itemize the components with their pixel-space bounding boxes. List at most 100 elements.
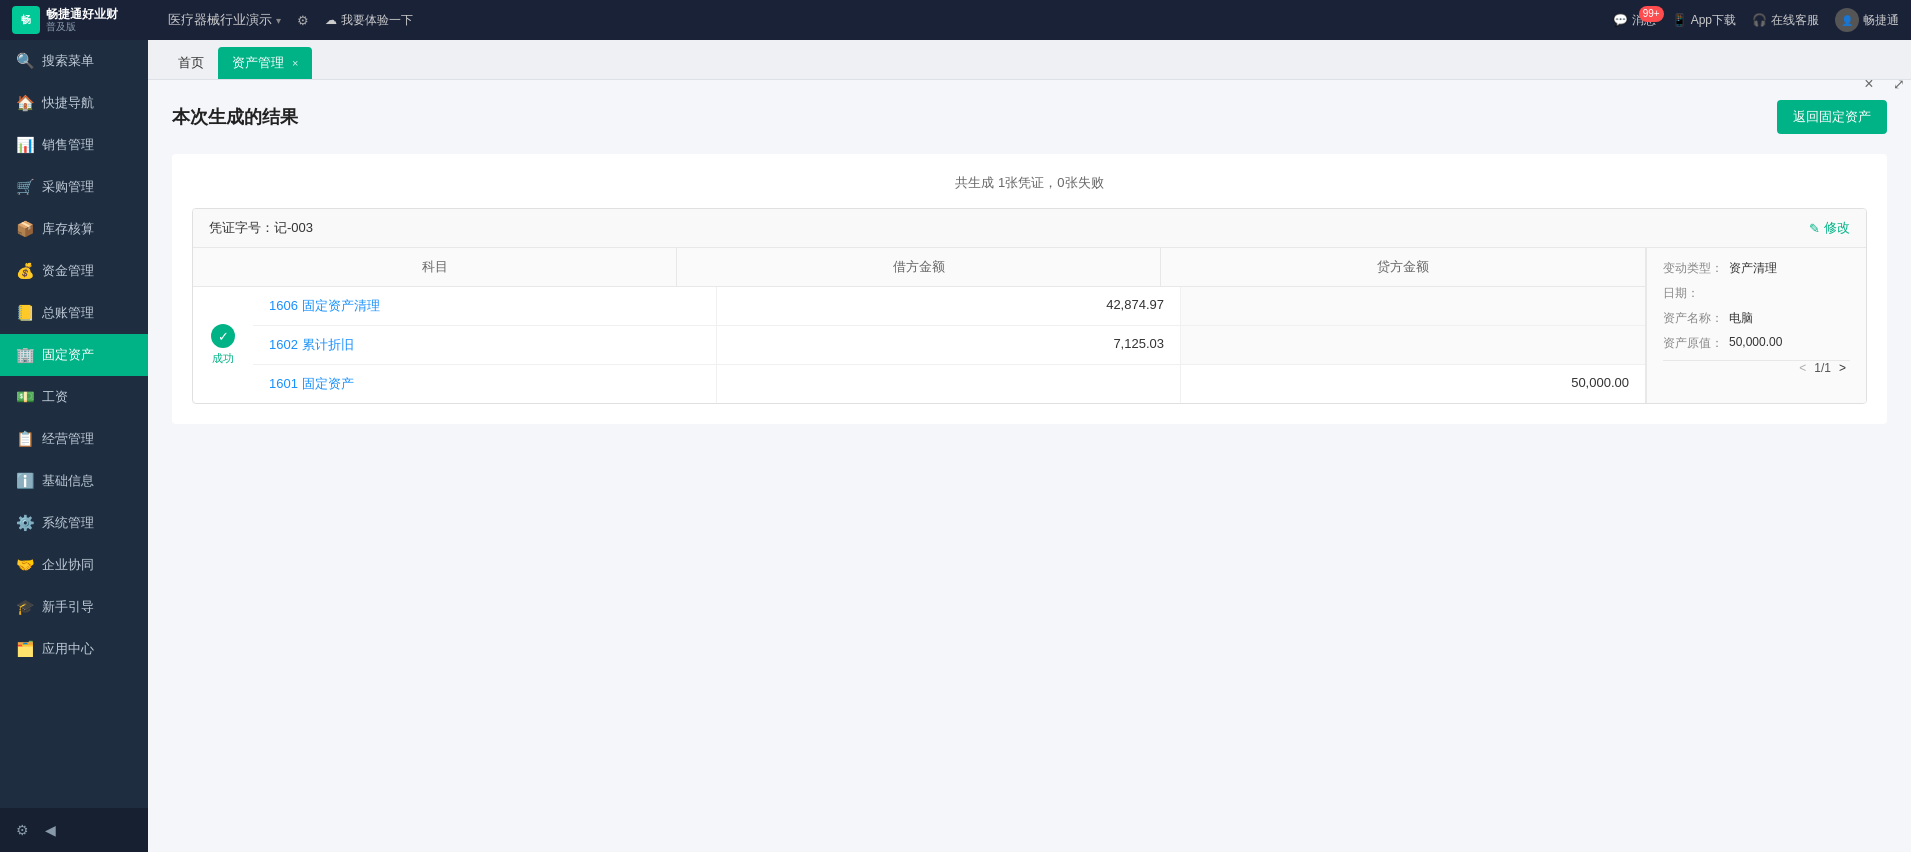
page-title: 本次生成的结果 xyxy=(172,105,298,129)
settings-icon-btn[interactable]: ⚙ xyxy=(289,6,317,34)
info-change-type: 变动类型： 资产清理 xyxy=(1663,260,1850,277)
sidebar-item-purchase[interactable]: 🛒采购管理 xyxy=(0,166,148,208)
th-subject: 科目 xyxy=(193,248,677,286)
sidebar-label-system: 系统管理 xyxy=(42,514,94,532)
summary-row: 共生成 1张凭证，0张失败 xyxy=(192,174,1867,192)
sidebar-item-guide[interactable]: 🎓 新手引导 xyxy=(0,586,148,628)
info-original-value: 资产原值： 50,000.00 xyxy=(1663,335,1850,352)
result-card: 共生成 1张凭证，0张失败 凭证字号：记-003 ✎ 修改 xyxy=(172,154,1887,424)
sidebar-label-inventory: 库存核算 xyxy=(42,220,94,238)
close-window-icon[interactable]: × xyxy=(1857,80,1881,96)
customer-service-item[interactable]: 🎧 在线客服 xyxy=(1752,12,1819,29)
table-row: 1601 固定资产 50,000.00 xyxy=(253,365,1645,403)
cloud-icon: ☁ xyxy=(325,13,337,27)
sidebar-item-fixed-assets[interactable]: 🏢固定资产 xyxy=(0,334,148,376)
guide-icon: 🎓 xyxy=(16,598,34,616)
user-item[interactable]: 👤 畅捷通 xyxy=(1835,8,1899,32)
salary-icon: 💵 xyxy=(16,388,34,406)
content-area: 首页 资产管理 × × ⤢ 本次生成的结果 返回固定资产 共生成 1张凭证，0张失败 xyxy=(148,40,1911,852)
voucher-header: 凭证字号：记-003 ✎ 修改 xyxy=(193,209,1866,248)
sidebar-item-basic-info[interactable]: ℹ️基础信息 xyxy=(0,460,148,502)
change-type-value: 资产清理 xyxy=(1729,260,1777,277)
table-row-data: ✓ 成功 1606 固定资产清理 42,874.97 1602 累计折旧 7,1… xyxy=(193,287,1645,403)
edit-icon: ✎ xyxy=(1809,221,1820,236)
app-center-icon: 🗂️ xyxy=(16,640,34,658)
sidebar-item-salary[interactable]: 💵工资 xyxy=(0,376,148,418)
sidebar: 🔍搜索菜单 🏠 快捷导航 📊销售管理🛒采购管理 📦 库存核算 💰资金管理📒总账管理🏢固定资产… xyxy=(0,40,148,852)
logo-text-area: 畅捷通好业财 普及版 xyxy=(46,7,118,33)
system-icon: ⚙️ xyxy=(16,514,34,532)
quick-nav-icon: 🏠 xyxy=(16,94,34,112)
prev-page[interactable]: < xyxy=(1799,361,1806,375)
edit-button[interactable]: ✎ 修改 xyxy=(1809,219,1850,237)
sidebar-bottom: ⚙ ◀ xyxy=(0,808,148,852)
sidebar-item-app-center[interactable]: 🗂️ 应用中心 xyxy=(0,628,148,670)
sidebar-item-inventory[interactable]: 📦 库存核算 xyxy=(0,208,148,250)
message-item[interactable]: 💬 消息 99+ xyxy=(1613,12,1656,29)
collapse-icon[interactable]: ◀ xyxy=(45,822,56,838)
success-label: 成功 xyxy=(212,351,234,366)
tab-label-home: 首页 xyxy=(178,54,204,72)
sidebar-item-system[interactable]: ⚙️ 系统管理 xyxy=(0,502,148,544)
tab-close-asset-management[interactable]: × xyxy=(292,57,298,69)
avatar-icon: 👤 xyxy=(1841,15,1853,26)
sidebar-item-enterprise[interactable]: 🤝企业协同 xyxy=(0,544,148,586)
header-middle: 医疗器械行业演示 ▾ ⚙ ☁ 我要体验一下 xyxy=(160,6,1613,34)
sidebar-item-management[interactable]: 📋经营管理 xyxy=(0,418,148,460)
header-right: 💬 消息 99+ 📱 App下载 🎧 在线客服 👤 畅捷通 xyxy=(1613,8,1899,32)
avatar: 👤 xyxy=(1835,8,1859,32)
change-type-label: 变动类型： xyxy=(1663,260,1723,277)
th-debit: 借方金额 xyxy=(677,248,1161,286)
message-icon: 💬 xyxy=(1613,13,1628,27)
search-icon: 🔍 xyxy=(16,52,34,70)
sidebar-label-enterprise: 企业协同 xyxy=(42,556,94,574)
sidebar-item-search[interactable]: 🔍搜索菜单 xyxy=(0,40,148,82)
info-panel: 变动类型： 资产清理 日期： 资产名称： 电脑 xyxy=(1646,248,1866,403)
fixed-assets-icon: 🏢 xyxy=(16,346,34,364)
td-subject-1: 1602 累计折旧 xyxy=(253,326,717,364)
user-name: 畅捷通 xyxy=(1863,12,1899,29)
td-credit-2: 50,000.00 xyxy=(1181,365,1645,403)
logo-area: 畅 畅捷通好业财 普及版 xyxy=(12,6,160,34)
table-row: 1606 固定资产清理 42,874.97 xyxy=(253,287,1645,326)
sidebar-scroll[interactable]: 🔍搜索菜单 🏠 快捷导航 📊销售管理🛒采购管理 📦 库存核算 💰资金管理📒总账管理🏢固定资产… xyxy=(0,40,148,808)
return-button[interactable]: 返回固定资产 xyxy=(1777,100,1887,134)
inventory-icon: 📦 xyxy=(16,220,34,238)
td-debit-1: 7,125.03 xyxy=(717,326,1181,364)
td-debit-0: 42,874.97 xyxy=(717,287,1181,325)
voucher-body: 科目 借方金额 贷方金额 ✓ 成功 xyxy=(193,248,1866,403)
summary-text: 共生成 1张凭证，0张失败 xyxy=(955,175,1103,190)
td-credit-1 xyxy=(1181,326,1645,364)
check-circle-icon: ✓ xyxy=(211,324,235,348)
sidebar-item-general-ledger[interactable]: 📒总账管理 xyxy=(0,292,148,334)
expand-window-icon[interactable]: ⤢ xyxy=(1887,80,1911,96)
tab-asset-management[interactable]: 资产管理 × xyxy=(218,47,312,79)
page-title-row: 本次生成的结果 返回固定资产 xyxy=(172,100,1887,134)
sidebar-label-guide: 新手引导 xyxy=(42,598,94,616)
table-row: 1602 累计折旧 7,125.03 xyxy=(253,326,1645,365)
window-actions: × ⤢ xyxy=(1857,80,1911,96)
asset-name-label: 资产名称： xyxy=(1663,310,1723,327)
sidebar-item-quick-nav[interactable]: 🏠 快捷导航 xyxy=(0,82,148,124)
app-icon: 📱 xyxy=(1672,13,1687,27)
sidebar-item-finance[interactable]: 💰资金管理 xyxy=(0,250,148,292)
main-layout: 🔍搜索菜单 🏠 快捷导航 📊销售管理🛒采购管理 📦 库存核算 💰资金管理📒总账管理🏢固定资产… xyxy=(0,40,1911,852)
logo-title: 畅捷通好业财 xyxy=(46,7,118,21)
sidebar-label-app-center: 应用中心 xyxy=(42,640,94,658)
success-icon-area: ✓ 成功 xyxy=(193,316,253,374)
company-selector[interactable]: 医疗器械行业演示 ▾ xyxy=(168,11,281,29)
sidebar-label-quick-nav: 快捷导航 xyxy=(42,94,94,112)
tab-home[interactable]: 首页 xyxy=(164,47,218,79)
original-value-label: 资产原值： xyxy=(1663,335,1723,352)
tab-label-asset-management: 资产管理 xyxy=(232,54,284,72)
voucher-table: 科目 借方金额 贷方金额 ✓ 成功 xyxy=(193,248,1646,403)
settings-bottom-icon[interactable]: ⚙ xyxy=(16,822,29,838)
original-value-value: 50,000.00 xyxy=(1729,335,1782,352)
experience-btn[interactable]: ☁ 我要体验一下 xyxy=(325,12,413,29)
sidebar-item-sales[interactable]: 📊销售管理 xyxy=(0,124,148,166)
app-download-item[interactable]: 📱 App下载 xyxy=(1672,12,1736,29)
sidebar-label-finance: 资金管理 xyxy=(42,262,94,280)
voucher-section: 凭证字号：记-003 ✎ 修改 科目 借方金额 xyxy=(192,208,1867,404)
next-page[interactable]: > xyxy=(1839,361,1846,375)
voucher-no: 凭证字号：记-003 xyxy=(209,219,313,237)
